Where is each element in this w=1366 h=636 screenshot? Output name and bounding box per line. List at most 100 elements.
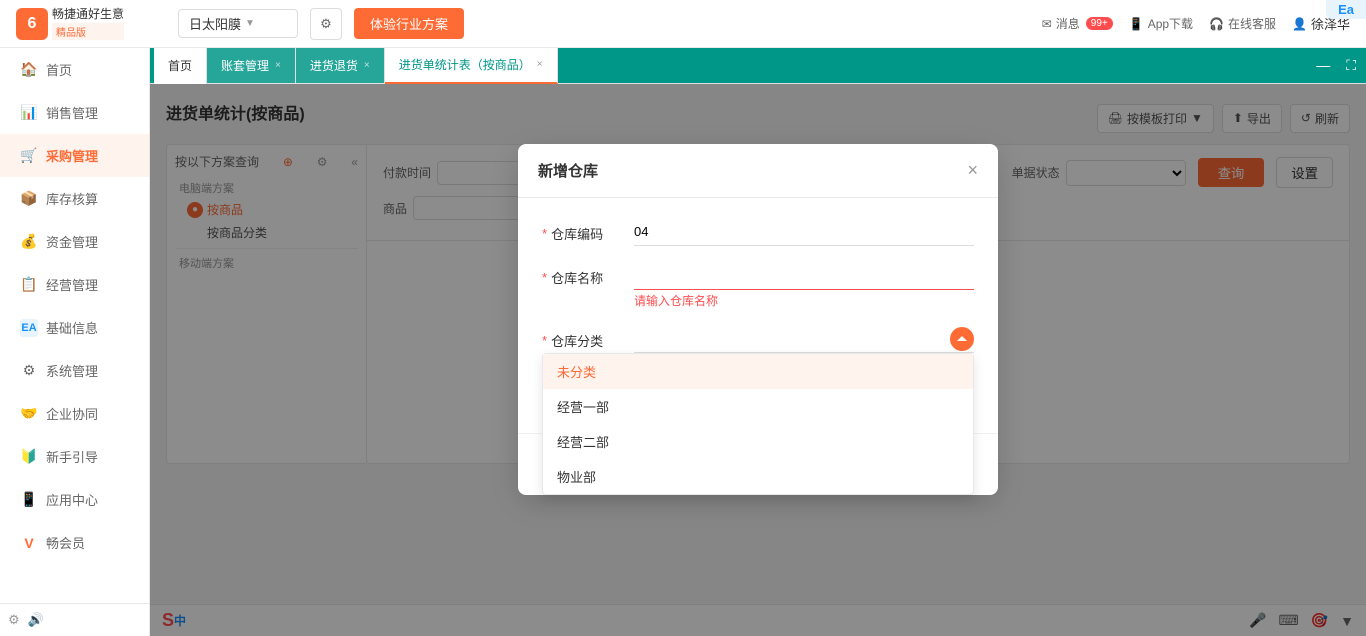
sidebar-item-corp[interactable]: 🤝 企业协同 — [0, 392, 149, 435]
sidebar-label-finance: 资金管理 — [46, 232, 98, 251]
sidebar-item-guide[interactable]: 🔰 新手引导 — [0, 435, 149, 478]
sidebar-bottom: ⚙ 🔊 — [0, 603, 149, 636]
new-warehouse-modal: 新增仓库 × * 仓库编码 — [518, 144, 998, 495]
store-name: 日太阳膜 — [189, 14, 241, 33]
sidebar-item-sales[interactable]: 📊 销售管理 — [0, 91, 149, 134]
sidebar-item-system[interactable]: ⚙ 系统管理 — [0, 349, 149, 392]
headset-icon: 🎧 — [1209, 17, 1224, 31]
name-input-wrap: 请输入仓库名称 — [634, 262, 974, 309]
ea-badge: Ea — [1326, 0, 1366, 19]
dropdown-option-dept2[interactable]: 经营二部 — [543, 424, 973, 459]
category-form-row: * 仓库分类 未分类 — [542, 325, 974, 353]
message-icon: ✉ — [1042, 17, 1052, 31]
category-dropdown-wrap: 未分类 经营一部 经营二部 物业部 — [634, 325, 974, 353]
tab-minimize-btn[interactable]: — — [1310, 55, 1336, 76]
sidebar-label-home: 首页 — [46, 60, 72, 79]
tab-expand-btn[interactable]: ⛶ — [1340, 55, 1362, 76]
message-button[interactable]: ✉ 消息 99+ — [1042, 15, 1113, 32]
home-icon: 🏠 — [20, 61, 38, 79]
tab-account[interactable]: 账套管理 × — [207, 48, 296, 84]
app-logo-icon: 6 — [16, 8, 48, 40]
name-form-row: * 仓库名称 请输入仓库名称 — [542, 262, 974, 309]
sidebar-item-apps[interactable]: 📱 应用中心 — [0, 478, 149, 521]
modal-overlay: 新增仓库 × * 仓库编码 — [150, 84, 1366, 636]
service-button[interactable]: 🎧 在线客服 — [1209, 15, 1276, 32]
code-input-wrap — [634, 218, 974, 246]
app-name: 畅捷通好生意 — [52, 7, 124, 23]
sidebar-label-vip: 畅会员 — [46, 533, 85, 552]
sidebar-label-guide: 新手引导 — [46, 447, 98, 466]
store-dropdown-arrow: ▼ — [245, 18, 255, 29]
sidebar-item-operation[interactable]: 📋 经营管理 — [0, 263, 149, 306]
code-form-row: * 仓库编码 — [542, 218, 974, 246]
modal-header: 新增仓库 × — [518, 144, 998, 198]
tab-purchase-return[interactable]: 进货退货 × — [296, 48, 385, 84]
dropdown-option-uncategorized[interactable]: 未分类 — [543, 354, 973, 389]
modal-close-button[interactable]: × — [967, 160, 978, 181]
tab-home[interactable]: 首页 — [154, 48, 207, 84]
sidebar-item-inventory[interactable]: 📦 库存核算 — [0, 177, 149, 220]
category-label: * 仓库分类 — [542, 325, 622, 350]
store-selector[interactable]: 日太阳膜 ▼ — [178, 9, 298, 38]
tab-bar-actions: — ⛶ — [1310, 55, 1362, 76]
tab-purchase-return-label: 进货退货 — [310, 57, 358, 74]
sidebar-volume-icon[interactable]: 🔊 — [28, 612, 44, 628]
basic-icon: EA — [20, 319, 38, 337]
sales-icon: 📊 — [20, 104, 38, 122]
app-download-button[interactable]: 📱 App下载 — [1129, 15, 1193, 32]
sidebar-label-corp: 企业协同 — [46, 404, 98, 423]
inventory-icon: 📦 — [20, 190, 38, 208]
system-icon: ⚙ — [20, 362, 38, 380]
tab-account-label: 账套管理 — [221, 57, 269, 74]
message-badge: 99+ — [1086, 17, 1113, 30]
tab-purchase-stats[interactable]: 进货单统计表（按商品） × — [385, 48, 558, 84]
code-input[interactable] — [634, 218, 974, 246]
sidebar-label-inventory: 库存核算 — [46, 189, 98, 208]
gear-button[interactable]: ⚙ — [310, 8, 342, 40]
chevron-up-icon — [956, 333, 968, 345]
sidebar-item-purchase[interactable]: 🛒 采购管理 — [0, 134, 149, 177]
name-input[interactable] — [634, 262, 974, 290]
main-layout: 🏠 首页 📊 销售管理 🛒 采购管理 📦 库存核算 💰 资金管理 📋 经营管理 … — [0, 48, 1366, 636]
page-content: 进货单统计(按商品) 🖨 按模板打印 ▼ ⬆ 导出 ↺ 刷新 — [150, 84, 1366, 636]
sidebar-item-home[interactable]: 🏠 首页 — [0, 48, 149, 91]
name-label: * 仓库名称 — [542, 262, 622, 287]
sidebar-label-operation: 经营管理 — [46, 275, 98, 294]
corp-icon: 🤝 — [20, 405, 38, 423]
content-area: 首页 账套管理 × 进货退货 × 进货单统计表（按商品） × — ⛶ 进货单统计… — [150, 48, 1366, 636]
tab-purchase-return-close[interactable]: × — [364, 60, 370, 71]
sidebar: 🏠 首页 📊 销售管理 🛒 采购管理 📦 库存核算 💰 资金管理 📋 经营管理 … — [0, 48, 150, 636]
dropdown-option-dept1[interactable]: 经营一部 — [543, 389, 973, 424]
sidebar-label-basic: 基础信息 — [46, 318, 98, 337]
operation-icon: 📋 — [20, 276, 38, 294]
finance-icon: 💰 — [20, 233, 38, 251]
header-right: ✉ 消息 99+ 📱 App下载 🎧 在线客服 👤 徐泽华 — [1042, 14, 1350, 33]
sidebar-label-sales: 销售管理 — [46, 103, 98, 122]
code-label: * 仓库编码 — [542, 218, 622, 243]
trial-button[interactable]: 体验行业方案 — [354, 8, 464, 39]
category-input[interactable] — [634, 325, 974, 353]
category-dropdown-arrow[interactable] — [950, 327, 974, 351]
logo-area: 6 畅捷通好生意 精品版 — [16, 7, 166, 40]
dropdown-option-property[interactable]: 物业部 — [543, 459, 973, 494]
modal-body: * 仓库编码 * 仓库名称 — [518, 198, 998, 433]
tab-home-label: 首页 — [168, 57, 192, 74]
sidebar-label-apps: 应用中心 — [46, 490, 98, 509]
sidebar-item-basic[interactable]: EA 基础信息 — [0, 306, 149, 349]
user-avatar: 👤 — [1292, 17, 1307, 31]
tab-purchase-stats-close[interactable]: × — [537, 59, 543, 70]
apps-icon: 📱 — [20, 491, 38, 509]
modal-title: 新增仓库 — [538, 160, 598, 181]
sidebar-item-vip[interactable]: V 畅会员 — [0, 521, 149, 564]
sidebar-settings-icon[interactable]: ⚙ — [8, 612, 20, 628]
app-badge: 精品版 — [52, 23, 124, 40]
sidebar-label-purchase: 采购管理 — [46, 146, 98, 165]
tab-purchase-stats-label: 进货单统计表（按商品） — [399, 56, 531, 73]
category-dropdown-list: 未分类 经营一部 经营二部 物业部 — [542, 353, 974, 495]
name-error-text: 请输入仓库名称 — [634, 292, 974, 309]
tab-bar: 首页 账套管理 × 进货退货 × 进货单统计表（按商品） × — ⛶ — [150, 48, 1366, 84]
sidebar-label-system: 系统管理 — [46, 361, 98, 380]
vip-icon: V — [20, 534, 38, 552]
tab-account-close[interactable]: × — [275, 60, 281, 71]
sidebar-item-finance[interactable]: 💰 资金管理 — [0, 220, 149, 263]
